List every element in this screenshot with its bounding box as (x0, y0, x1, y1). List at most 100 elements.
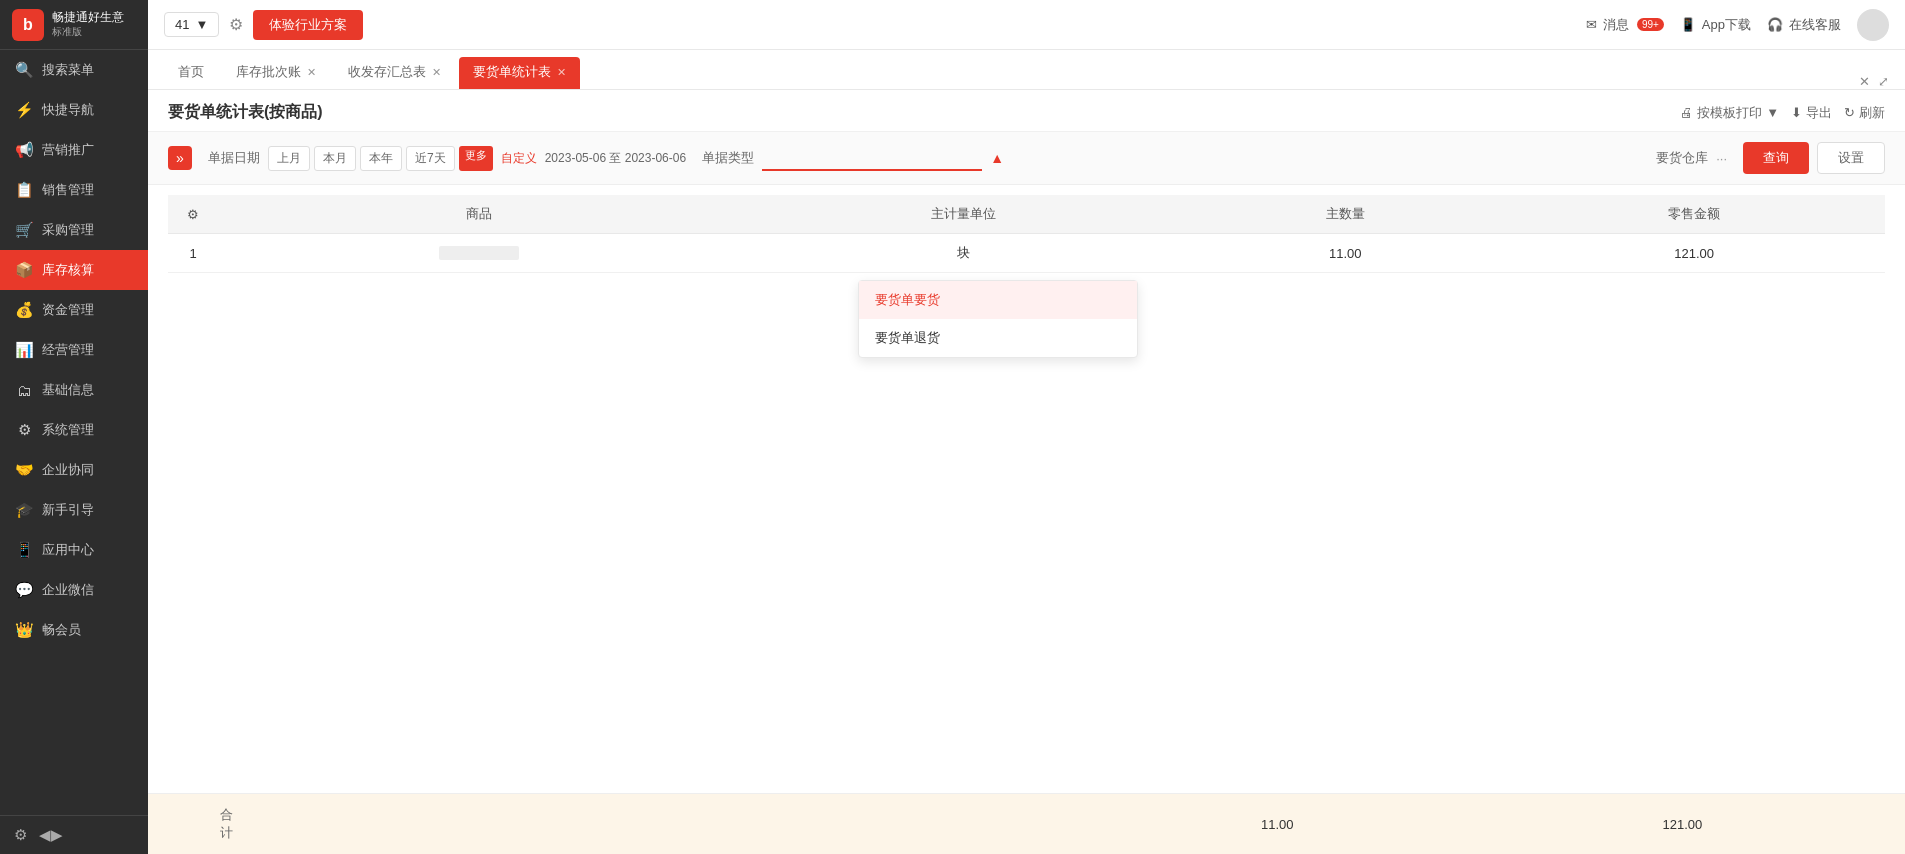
topbar: 41 ▼ ⚙ 体验行业方案 ✉ 消息 99+ 📱 App下载 🎧 在线客服 (148, 0, 1905, 50)
sidebar-label-marketing: 营销推广 (42, 141, 94, 159)
column-settings-icon: ⚙ (187, 207, 199, 222)
sidebar-item-appstore[interactable]: 📱 应用中心 (0, 530, 148, 570)
tab-batch[interactable]: 库存批次账 ✕ (222, 57, 330, 89)
more-badge[interactable]: 更多 (459, 146, 493, 171)
sidebar-label-operations: 经营管理 (42, 341, 94, 359)
col-settings[interactable]: ⚙ (168, 195, 218, 234)
chevron-down-print-icon: ▼ (1766, 105, 1779, 120)
sidebar-item-shortcut[interactable]: ⚡ 快捷导航 (0, 90, 148, 130)
online-service-group[interactable]: 🎧 在线客服 (1767, 16, 1841, 34)
tab-order-stats[interactable]: 要货单统计表 ✕ (459, 57, 580, 89)
member-icon: 👑 (14, 620, 34, 640)
date-btn-this-year[interactable]: 本年 (360, 146, 402, 171)
footer-values: 11.00 121.00 (265, 817, 1885, 832)
store-name: 41 (175, 17, 189, 32)
type-select-arrow-icon[interactable]: ▲ (990, 150, 1004, 166)
dropdown-item-order-return[interactable]: 要货单退货 (859, 319, 1137, 357)
message-group[interactable]: ✉ 消息 99+ (1586, 16, 1664, 34)
sidebar-item-system[interactable]: ⚙ 系统管理 (0, 410, 148, 450)
sidebar-label-finance: 资金管理 (42, 301, 94, 319)
row-amount: 121.00 (1503, 234, 1885, 273)
table-header: ⚙ 商品 主计量单位 主数量 零售金额 (168, 195, 1885, 234)
warehouse-filter-group: 要货仓库 ··· (1656, 149, 1727, 167)
footer-amount: 121.00 (1480, 817, 1885, 832)
row-no: 1 (168, 234, 218, 273)
tab-summary[interactable]: 收发存汇总表 ✕ (334, 57, 455, 89)
custom-date-link[interactable]: 自定义 (501, 150, 537, 167)
sidebar-label-guide: 新手引导 (42, 501, 94, 519)
message-label: 消息 (1603, 16, 1629, 34)
type-filter-label: 单据类型 (702, 149, 754, 167)
date-btn-last-month[interactable]: 上月 (268, 146, 310, 171)
sidebar-label-system: 系统管理 (42, 421, 94, 439)
date-btn-7days[interactable]: 近7天 (406, 146, 455, 171)
sidebar-label-purchase: 采购管理 (42, 221, 94, 239)
page-header: 要货单统计表(按商品) 🖨 按模板打印 ▼ ⬇ 导出 ↻ 刷新 (148, 90, 1905, 132)
tab-order-stats-close[interactable]: ✕ (557, 66, 566, 79)
sidebar-item-inventory[interactable]: 📦 库存核算 (0, 250, 148, 290)
sidebar-item-search[interactable]: 🔍 搜索菜单 (0, 50, 148, 90)
service-label: 在线客服 (1789, 16, 1841, 34)
settings-icon[interactable]: ⚙ (229, 15, 243, 34)
sidebar-label-inventory: 库存核算 (42, 261, 94, 279)
tab-summary-close[interactable]: ✕ (432, 66, 441, 79)
sidebar-item-finance[interactable]: 💰 资金管理 (0, 290, 148, 330)
sidebar-item-enterprise[interactable]: 🤝 企业协同 (0, 450, 148, 490)
type-select-input[interactable] (762, 146, 982, 171)
sidebar-label-basic: 基础信息 (42, 381, 94, 399)
store-selector[interactable]: 41 ▼ (164, 12, 219, 37)
app-logo-text: 畅捷通好生意 标准版 (52, 10, 124, 40)
tab-close-all-icon[interactable]: ✕ (1859, 74, 1870, 89)
page-title: 要货单统计表(按商品) (168, 102, 323, 123)
product-name-placeholder (439, 246, 519, 260)
sidebar-item-basic[interactable]: 🗂 基础信息 (0, 370, 148, 410)
chevron-down-icon: ▼ (195, 17, 208, 32)
message-badge: 99+ (1637, 18, 1664, 31)
print-action[interactable]: 🖨 按模板打印 ▼ (1680, 104, 1779, 122)
appstore-icon: 📱 (14, 540, 34, 560)
settings-button[interactable]: 设置 (1817, 142, 1885, 174)
inventory-icon: 📦 (14, 260, 34, 280)
dropdown-item-order-goods[interactable]: 要货单要货 (859, 281, 1137, 319)
sidebar-item-marketing[interactable]: 📢 营销推广 (0, 130, 148, 170)
tabs-controls: ✕ ⤢ (1859, 74, 1889, 89)
sidebar-item-guide[interactable]: 🎓 新手引导 (0, 490, 148, 530)
col-qty: 主数量 (1187, 195, 1503, 234)
app-download-group[interactable]: 📱 App下载 (1680, 16, 1751, 34)
basic-icon: 🗂 (14, 380, 34, 400)
sidebar-nav: 🔍 搜索菜单 ⚡ 快捷导航 📢 营销推广 📋 销售管理 🛒 采购管理 📦 库存核… (0, 50, 148, 815)
warehouse-dots-icon[interactable]: ··· (1716, 151, 1727, 166)
expand-icon: » (176, 150, 184, 166)
sidebar-item-member[interactable]: 👑 畅会员 (0, 610, 148, 650)
tab-expand-icon[interactable]: ⤢ (1878, 74, 1889, 89)
collapse-footer-icon[interactable]: ◀▶ (39, 826, 63, 844)
export-action[interactable]: ⬇ 导出 (1791, 104, 1832, 122)
query-button[interactable]: 查询 (1743, 142, 1809, 174)
data-table: ⚙ 商品 主计量单位 主数量 零售金额 1 块 (168, 195, 1885, 273)
sidebar-label-appstore: 应用中心 (42, 541, 94, 559)
export-icon: ⬇ (1791, 105, 1802, 120)
tab-home[interactable]: 首页 (164, 57, 218, 89)
tab-batch-close[interactable]: ✕ (307, 66, 316, 79)
sidebar-item-wechat[interactable]: 💬 企业微信 (0, 570, 148, 610)
sidebar-item-sales[interactable]: 📋 销售管理 (0, 170, 148, 210)
sidebar: b 畅捷通好生意 标准版 🔍 搜索菜单 ⚡ 快捷导航 📢 营销推广 📋 销售管理… (0, 0, 148, 854)
date-filter-group: 单据日期 上月 本月 本年 近7天 更多 自定义 2023-05-06 至 20… (208, 146, 686, 171)
enterprise-icon: 🤝 (14, 460, 34, 480)
refresh-action[interactable]: ↻ 刷新 (1844, 104, 1885, 122)
refresh-icon: ↻ (1844, 105, 1855, 120)
date-filter-label: 单据日期 (208, 149, 260, 167)
sidebar-item-operations[interactable]: 📊 经营管理 (0, 330, 148, 370)
app-label: App下载 (1702, 16, 1751, 34)
main-area: 41 ▼ ⚙ 体验行业方案 ✉ 消息 99+ 📱 App下载 🎧 在线客服 (148, 0, 1905, 854)
date-btn-this-month[interactable]: 本月 (314, 146, 356, 171)
avatar[interactable] (1857, 9, 1889, 41)
trial-button[interactable]: 体验行业方案 (253, 10, 363, 40)
sidebar-label-sales: 销售管理 (42, 181, 94, 199)
row-product (218, 234, 740, 273)
shortcut-icon: ⚡ (14, 100, 34, 120)
sidebar-label-search: 搜索菜单 (42, 61, 94, 79)
filter-expand-button[interactable]: » (168, 146, 192, 170)
settings-footer-icon[interactable]: ⚙ (14, 826, 27, 844)
sidebar-item-purchase[interactable]: 🛒 采购管理 (0, 210, 148, 250)
